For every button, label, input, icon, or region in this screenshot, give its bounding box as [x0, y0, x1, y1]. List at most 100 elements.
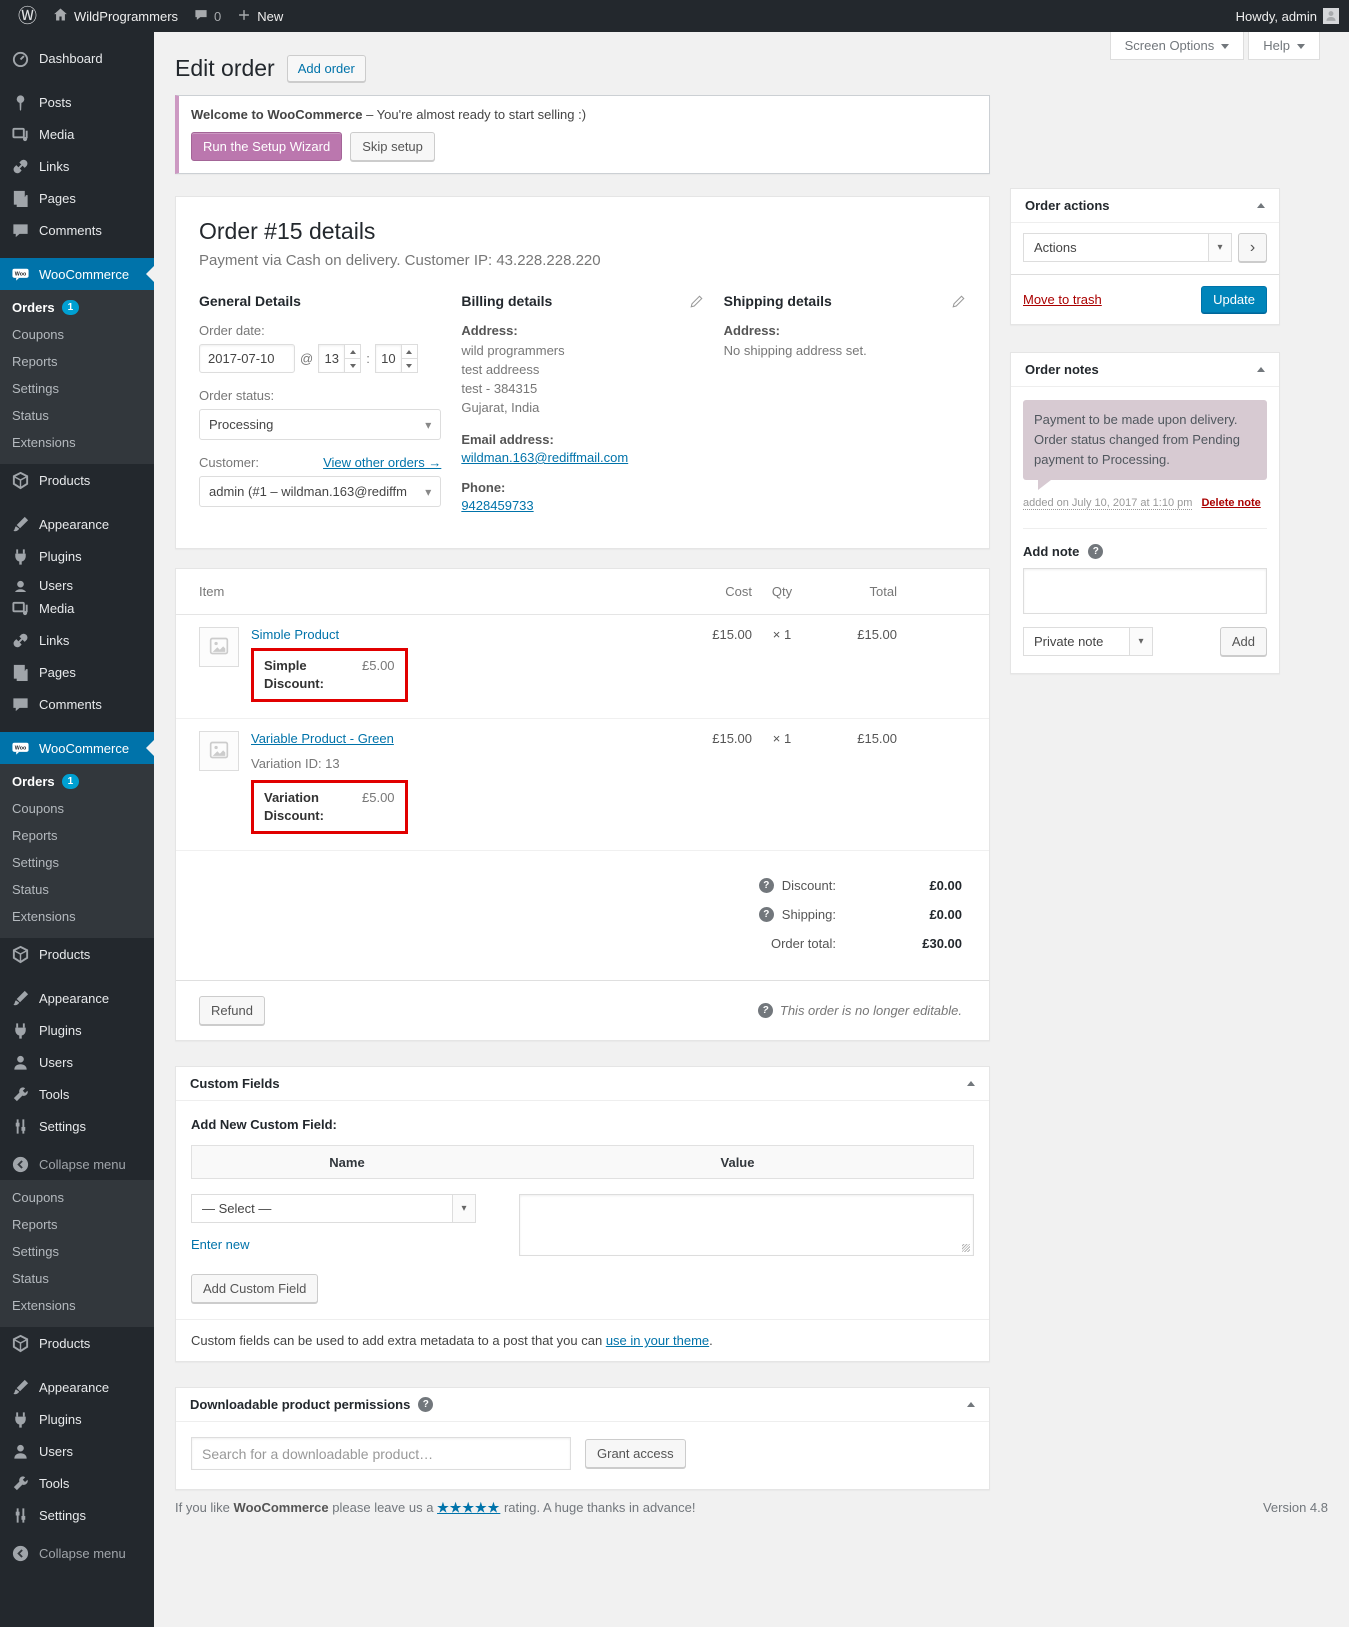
sidebar-item-collapse-menu[interactable]: Collapse menu — [0, 1148, 154, 1180]
sidebar-item-status[interactable]: Status — [0, 402, 154, 429]
add-custom-field-button[interactable]: Add Custom Field — [191, 1274, 319, 1303]
sidebar-item-tools[interactable]: Tools — [0, 1078, 154, 1110]
order-hour-stepper[interactable]: 13 — [318, 344, 362, 373]
collapse-panel-icon[interactable] — [1257, 363, 1265, 372]
customer-select[interactable]: admin (#1 – wildman.163@rediffmai.x — [199, 476, 442, 507]
sidebar-item-orders[interactable]: Orders 1 — [0, 294, 154, 321]
sidebar-item-orders[interactable]: Orders 1 — [0, 768, 154, 795]
help-icon[interactable] — [1088, 544, 1104, 560]
sidebar-item-woocommerce[interactable]: Woo WooCommerce — [0, 258, 154, 290]
collapse-panel-icon[interactable] — [1257, 199, 1265, 208]
sidebar-item-dashboard[interactable]: Dashboard — [0, 42, 154, 74]
help-button[interactable]: Help — [1248, 32, 1320, 60]
sidebar-item-media[interactable]: Media — [0, 118, 154, 150]
comments-shortcut[interactable]: 0 — [186, 0, 229, 32]
add-note-button[interactable]: Add — [1219, 627, 1267, 657]
sidebar-item-label: Coupons — [12, 801, 65, 816]
sidebar-item-plugins[interactable]: Plugins — [0, 1014, 154, 1046]
help-icon[interactable] — [758, 878, 774, 893]
product-name-link[interactable]: Variable Product - Green — [251, 731, 394, 746]
help-icon[interactable] — [757, 1003, 773, 1018]
sidebar-item-plugins[interactable]: Plugins — [0, 540, 154, 572]
sidebar-item-links[interactable]: Links — [0, 150, 154, 182]
use-in-theme-link[interactable]: use in your theme — [606, 1333, 709, 1348]
downloadable-product-search-input[interactable] — [191, 1437, 571, 1470]
sidebar-item-products[interactable]: Products — [0, 938, 154, 970]
sidebar-item-woocommerce[interactable]: Woo WooCommerce — [0, 732, 154, 764]
add-note-textarea[interactable] — [1023, 568, 1267, 615]
product-name-link[interactable]: Simple Product — [251, 627, 339, 639]
move-to-trash-link[interactable]: Move to trash — [1023, 292, 1102, 307]
help-icon[interactable] — [418, 1397, 434, 1412]
order-date-input[interactable]: 2017-07-10 — [199, 344, 295, 373]
sidebar-item-coupons[interactable]: Coupons — [0, 1184, 154, 1211]
new-content-menu[interactable]: New — [229, 0, 291, 32]
sidebar-item-settings[interactable]: Settings — [0, 375, 154, 402]
sidebar-item-pages[interactable]: Pages — [0, 656, 154, 688]
refund-button[interactable]: Refund — [199, 996, 265, 1025]
help-icon[interactable] — [758, 907, 774, 922]
billing-phone-link[interactable]: 9428459733 — [461, 498, 533, 513]
spinner-icon[interactable] — [401, 344, 418, 373]
sidebar-item-users[interactable]: Users — [0, 572, 154, 592]
sidebar-item-users[interactable]: Users — [0, 1435, 154, 1467]
order-status-select[interactable]: Processing — [199, 409, 442, 440]
site-name-link[interactable]: WildProgrammers — [45, 0, 186, 32]
sidebar-item-status[interactable]: Status — [0, 876, 154, 903]
grant-access-button[interactable]: Grant access — [585, 1439, 686, 1468]
edit-billing-icon[interactable] — [689, 294, 704, 309]
sidebar-item-settings[interactable]: Settings — [0, 849, 154, 876]
rating-stars-link[interactable]: ★★★★★ — [437, 1500, 500, 1515]
sidebar-item-reports[interactable]: Reports — [0, 822, 154, 849]
edit-shipping-icon[interactable] — [951, 294, 966, 309]
sidebar-item-tools[interactable]: Tools — [0, 1467, 154, 1499]
note-type-select[interactable]: Private note — [1023, 627, 1153, 657]
update-button[interactable]: Update — [1201, 286, 1267, 313]
delete-note-link[interactable]: Delete note — [1201, 497, 1260, 509]
custom-field-name-select[interactable]: — Select — — [191, 1194, 476, 1223]
sidebar-item-plugins[interactable]: Plugins — [0, 1403, 154, 1435]
order-actions-select[interactable]: Actions — [1023, 233, 1232, 262]
screen-options-button[interactable]: Screen Options — [1109, 32, 1245, 60]
sidebar-item-reports[interactable]: Reports — [0, 1211, 154, 1238]
sidebar-section: Media Links Pages Comments Woo WooCommerce Ord… — [0, 592, 154, 1180]
order-status-label: Order status: — [199, 388, 275, 403]
sidebar-item-appearance[interactable]: Appearance — [0, 508, 154, 540]
run-setup-wizard-button[interactable]: Run the Setup Wizard — [191, 132, 343, 161]
sidebar-item-products[interactable]: Products — [0, 464, 154, 496]
sidebar-item-status[interactable]: Status — [0, 1265, 154, 1292]
collapse-panel-icon[interactable] — [967, 1398, 975, 1407]
sidebar-item-coupons[interactable]: Coupons — [0, 321, 154, 348]
skip-setup-button[interactable]: Skip setup — [350, 132, 435, 161]
sidebar-item-links[interactable]: Links — [0, 624, 154, 656]
view-other-orders-link[interactable]: View other orders → — [323, 455, 441, 470]
sidebar-item-settings[interactable]: Settings — [0, 1238, 154, 1265]
order-minute-stepper[interactable]: 10 — [374, 344, 418, 373]
add-order-button[interactable]: Add order — [286, 54, 366, 82]
sidebar-item-users[interactable]: Users — [0, 1046, 154, 1078]
wordpress-menu[interactable]: Ⓦ — [10, 0, 45, 32]
sidebar-item-comments[interactable]: Comments — [0, 688, 154, 720]
spinner-icon[interactable] — [345, 344, 362, 373]
sidebar-item-products[interactable]: Products — [0, 1327, 154, 1359]
sidebar-item-extensions[interactable]: Extensions — [0, 429, 154, 456]
enter-new-link[interactable]: Enter new — [191, 1237, 250, 1252]
sidebar-item-settings[interactable]: Settings — [0, 1499, 154, 1531]
my-account-menu[interactable]: Howdy, admin — [1228, 0, 1339, 32]
sidebar-item-collapse-menu[interactable]: Collapse menu — [0, 1537, 154, 1569]
collapse-panel-icon[interactable] — [967, 1077, 975, 1086]
sidebar-item-appearance[interactable]: Appearance — [0, 1371, 154, 1403]
billing-email-link[interactable]: wildman.163@rediffmail.com — [461, 450, 628, 465]
sidebar-item-posts[interactable]: Posts — [0, 86, 154, 118]
custom-field-value-textarea[interactable] — [519, 1194, 974, 1256]
sidebar-item-pages[interactable]: Pages — [0, 182, 154, 214]
apply-action-button[interactable]: › — [1238, 233, 1267, 262]
sidebar-item-extensions[interactable]: Extensions — [0, 1292, 154, 1319]
sidebar-item-media[interactable]: Media — [0, 592, 154, 624]
sidebar-item-reports[interactable]: Reports — [0, 348, 154, 375]
sidebar-item-appearance[interactable]: Appearance — [0, 982, 154, 1014]
sidebar-item-comments[interactable]: Comments — [0, 214, 154, 246]
sidebar-item-coupons[interactable]: Coupons — [0, 795, 154, 822]
sidebar-item-extensions[interactable]: Extensions — [0, 903, 154, 930]
sidebar-item-settings[interactable]: Settings — [0, 1110, 154, 1142]
